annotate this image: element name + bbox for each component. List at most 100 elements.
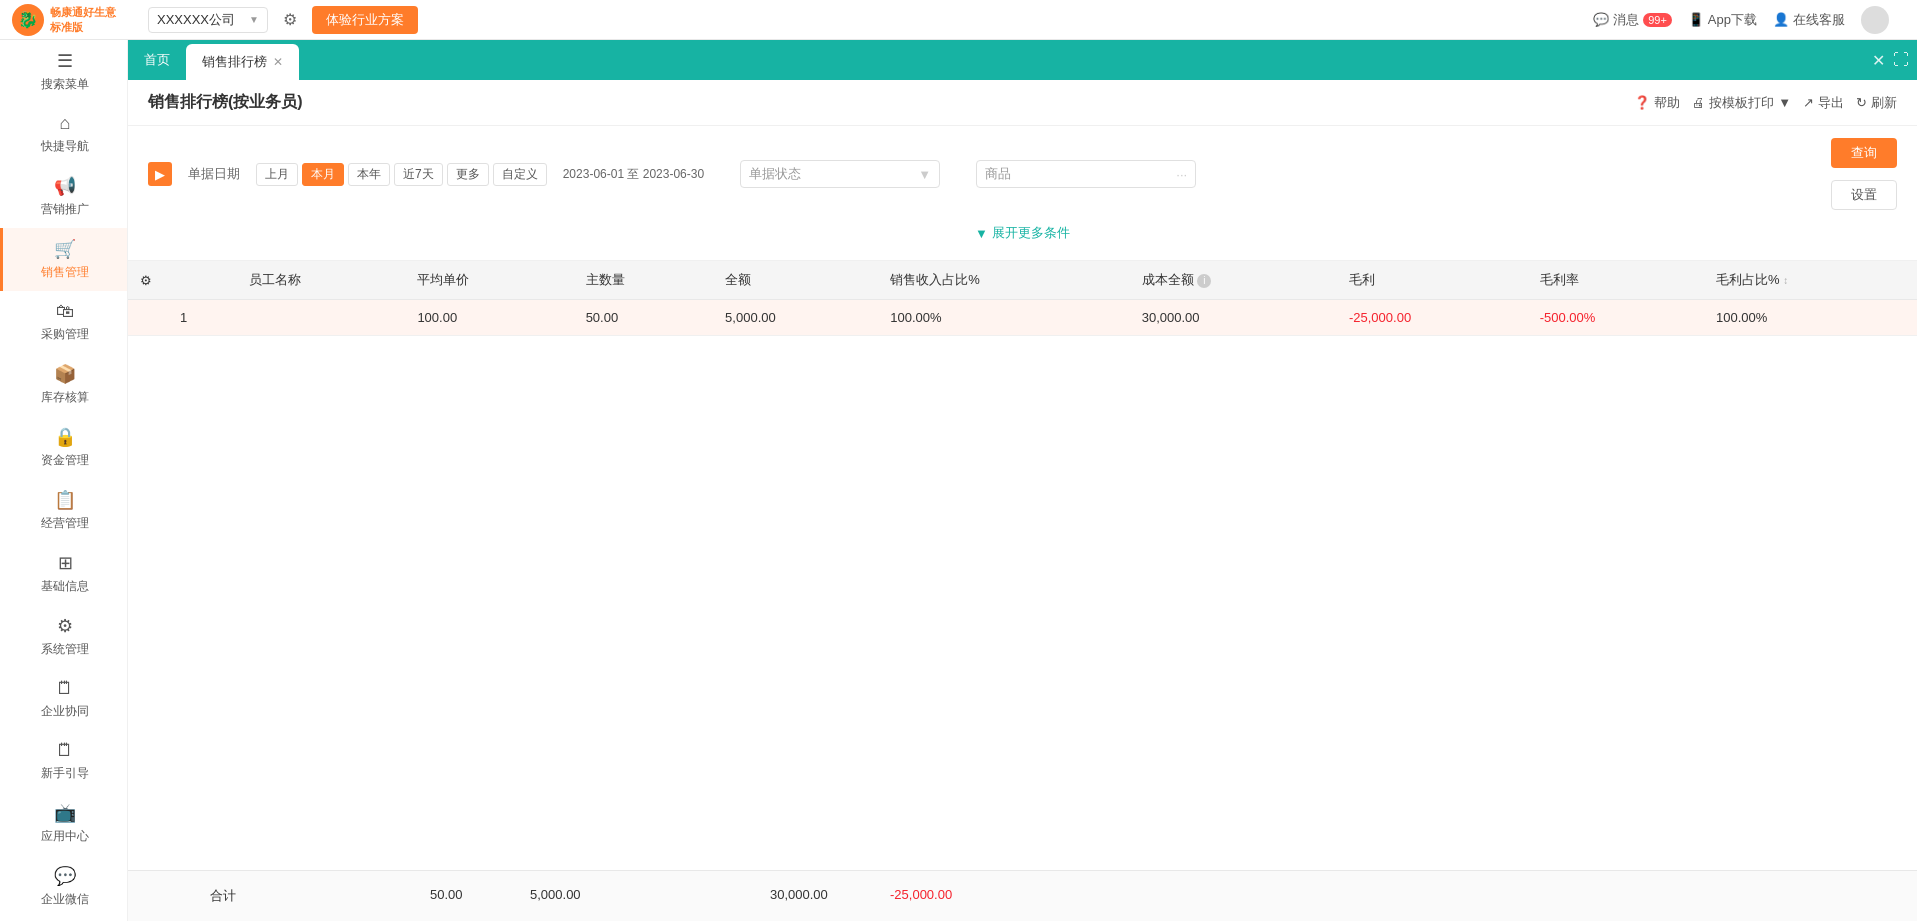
logo-text: 畅康通好生意 标准版 bbox=[50, 5, 116, 34]
th-main-qty: 主数量 bbox=[574, 261, 713, 300]
notification-button[interactable]: 💬 消息 99+ bbox=[1593, 11, 1672, 29]
sidebar-item-inventory[interactable]: 📦 库存核算 bbox=[0, 353, 127, 416]
cell-gross: -25,000.00 bbox=[1337, 300, 1528, 336]
inventory-icon: 📦 bbox=[54, 363, 76, 385]
chevron-down-icon: ▼ bbox=[249, 14, 259, 25]
sidebar-item-sales[interactable]: 🛒 销售管理 bbox=[0, 228, 127, 291]
quick-nav-icon: ⌂ bbox=[60, 113, 71, 134]
guide-icon: 🗒 bbox=[56, 740, 74, 761]
goods-more-icon: ··· bbox=[1176, 167, 1187, 182]
footer-rank-cell bbox=[168, 881, 198, 911]
logo: 🐉 畅康通好生意 标准版 bbox=[12, 4, 140, 36]
help-icon: ❓ bbox=[1634, 95, 1650, 110]
th-amount: 全额 bbox=[713, 261, 878, 300]
table-header-row: ⚙ 员工名称 平均单价 主数量 全额 销售收入占比% 成本全额 i 毛利 毛利率… bbox=[128, 261, 1917, 300]
tab-close-icon[interactable]: ✕ bbox=[273, 55, 283, 69]
try-industry-button[interactable]: 体验行业方案 bbox=[312, 6, 418, 34]
sidebar-item-guide[interactable]: 🗒 新手引导 bbox=[0, 730, 127, 792]
page-title: 销售排行榜(按业务员) bbox=[148, 92, 303, 125]
filter-collapse-btn[interactable]: ▶ bbox=[148, 162, 172, 186]
th-rank bbox=[168, 261, 237, 300]
sidebar-item-marketing[interactable]: 📢 营销推广 bbox=[0, 165, 127, 228]
sales-icon: 🛒 bbox=[54, 238, 76, 260]
cell-name bbox=[237, 300, 405, 336]
tab-sales-ranking[interactable]: 销售排行榜 ✕ bbox=[186, 44, 299, 80]
top-bar: 🐉 畅康通好生意 标准版 XXXXXX公司 ▼ ⚙ 体验行业方案 💬 消息 99… bbox=[0, 0, 1917, 40]
th-sales-pct: 销售收入占比% bbox=[878, 261, 1129, 300]
online-service-button[interactable]: 👤 在线客服 bbox=[1773, 11, 1845, 29]
date-btn-this-month[interactable]: 本月 bbox=[302, 163, 344, 186]
app-download-button[interactable]: 📱 App下载 bbox=[1688, 11, 1757, 29]
top-bar-right: 💬 消息 99+ 📱 App下载 👤 在线客服 bbox=[1593, 6, 1905, 34]
sidebar-item-enterprise-collab[interactable]: 🗒 企业协同 bbox=[0, 668, 127, 730]
refresh-button[interactable]: ↻ 刷新 bbox=[1856, 94, 1897, 112]
table-body: 1 100.00 50.00 5,000.00 100.00% 30,000.0… bbox=[128, 300, 1917, 336]
tab-home[interactable]: 首页 bbox=[128, 40, 186, 80]
sidebar-item-search-order[interactable]: ☰ 搜索菜单 bbox=[0, 40, 127, 103]
filter-right-actions: 查询 设置 bbox=[1831, 138, 1897, 210]
main-layout: ☰ 搜索菜单 ⌂ 快捷导航 📢 营销推广 🛒 销售管理 🛍 采购管理 📦 库存核… bbox=[0, 40, 1917, 921]
gross-pct-sort-icon[interactable]: ↕ bbox=[1783, 275, 1788, 286]
date-btn-7days[interactable]: 近7天 bbox=[394, 163, 443, 186]
company-name: XXXXXX公司 bbox=[157, 11, 245, 29]
enterprise-wechat-icon: 💬 bbox=[54, 865, 76, 887]
sidebar: ☰ 搜索菜单 ⌂ 快捷导航 📢 营销推广 🛒 销售管理 🛍 采购管理 📦 库存核… bbox=[0, 40, 128, 921]
sidebar-item-purchase[interactable]: 🛍 采购管理 bbox=[0, 291, 127, 353]
help-button[interactable]: ❓ 帮助 bbox=[1634, 94, 1680, 112]
more-filters-button[interactable]: ▼ 展开更多条件 bbox=[148, 218, 1897, 248]
basic-info-icon: ⊞ bbox=[58, 552, 73, 574]
date-btn-custom[interactable]: 自定义 bbox=[493, 163, 547, 186]
status-filter[interactable]: 单据状态 ▼ bbox=[740, 160, 940, 188]
print-button[interactable]: 🖨 按模板打印 ▼ bbox=[1692, 94, 1791, 112]
sidebar-item-app-center[interactable]: 📺 应用中心 bbox=[0, 792, 127, 855]
page-header-actions: ❓ 帮助 🖨 按模板打印 ▼ ↗ 导出 ↻ 刷新 bbox=[1634, 94, 1897, 124]
sidebar-item-enterprise-wechat[interactable]: 💬 企业微信 bbox=[0, 855, 127, 918]
tab-maximize-icon[interactable]: ⛶ bbox=[1893, 51, 1909, 69]
purchase-icon: 🛍 bbox=[56, 301, 74, 322]
marketing-icon: 📢 bbox=[54, 175, 76, 197]
tab-bar-right: ✕ ⛶ bbox=[1872, 51, 1917, 70]
date-btn-last-month[interactable]: 上月 bbox=[256, 163, 298, 186]
date-btn-this-year[interactable]: 本年 bbox=[348, 163, 390, 186]
settings-icon[interactable]: ⚙ bbox=[276, 6, 304, 34]
sidebar-item-finance[interactable]: 🔒 资金管理 bbox=[0, 416, 127, 479]
settings-button[interactable]: 设置 bbox=[1831, 180, 1897, 210]
sidebar-item-basic-info[interactable]: ⊞ 基础信息 bbox=[0, 542, 127, 605]
cell-cost: 30,000.00 bbox=[1130, 300, 1337, 336]
cost-info-icon[interactable]: i bbox=[1197, 274, 1211, 288]
sidebar-item-system[interactable]: ⚙ 系统管理 bbox=[0, 605, 127, 668]
footer-main-qty-cell: 50.00 bbox=[418, 881, 518, 911]
cell-gross-rate: -500.00% bbox=[1528, 300, 1704, 336]
filter-row-1: ▶ 单据日期 上月 本月 本年 近7天 更多 自定义 2023-06-01 至 … bbox=[148, 138, 1897, 210]
cell-main-qty: 50.00 bbox=[574, 300, 713, 336]
table-row: 1 100.00 50.00 5,000.00 100.00% 30,000.0… bbox=[128, 300, 1917, 336]
company-selector[interactable]: XXXXXX公司 ▼ bbox=[148, 7, 268, 33]
sidebar-item-quick-nav[interactable]: ⌂ 快捷导航 bbox=[0, 103, 127, 165]
date-btn-group: 上月 本月 本年 近7天 更多 自定义 bbox=[256, 163, 547, 186]
operations-icon: 📋 bbox=[54, 489, 76, 511]
export-button[interactable]: ↗ 导出 bbox=[1803, 94, 1844, 112]
footer-avg-price-cell bbox=[318, 881, 418, 911]
logo-icon: 🐉 bbox=[12, 4, 44, 36]
goods-filter[interactable]: 商品 ··· bbox=[976, 160, 1196, 188]
table-footer: 合计 50.00 5,000.00 30,000.00 -25,000.00 bbox=[128, 870, 1917, 921]
th-gross-pct: 毛利占比% ↕ bbox=[1704, 261, 1917, 300]
query-button[interactable]: 查询 bbox=[1831, 138, 1897, 168]
app-icon: 📱 bbox=[1688, 12, 1704, 27]
page-header: 销售排行榜(按业务员) ❓ 帮助 🖨 按模板打印 ▼ ↗ 导出 bbox=[128, 80, 1917, 126]
cell-gross-pct: 100.00% bbox=[1704, 300, 1917, 336]
sales-ranking-table: ⚙ 员工名称 平均单价 主数量 全额 销售收入占比% 成本全额 i 毛利 毛利率… bbox=[128, 261, 1917, 336]
sidebar-item-operations[interactable]: 📋 经营管理 bbox=[0, 479, 127, 542]
column-settings-icon: ⚙ bbox=[140, 273, 152, 288]
tab-close-all-icon[interactable]: ✕ bbox=[1872, 51, 1885, 70]
cell-amount: 5,000.00 bbox=[713, 300, 878, 336]
status-chevron-icon: ▼ bbox=[918, 167, 931, 182]
avatar[interactable] bbox=[1861, 6, 1889, 34]
finance-icon: 🔒 bbox=[54, 426, 76, 448]
footer-cost-cell: 30,000.00 bbox=[758, 881, 878, 911]
export-icon: ↗ bbox=[1803, 95, 1814, 110]
th-settings[interactable]: ⚙ bbox=[128, 261, 168, 300]
footer-label-cell: 合计 bbox=[198, 881, 318, 911]
tab-bar: 首页 销售排行榜 ✕ ✕ ⛶ bbox=[128, 40, 1917, 80]
date-btn-more[interactable]: 更多 bbox=[447, 163, 489, 186]
